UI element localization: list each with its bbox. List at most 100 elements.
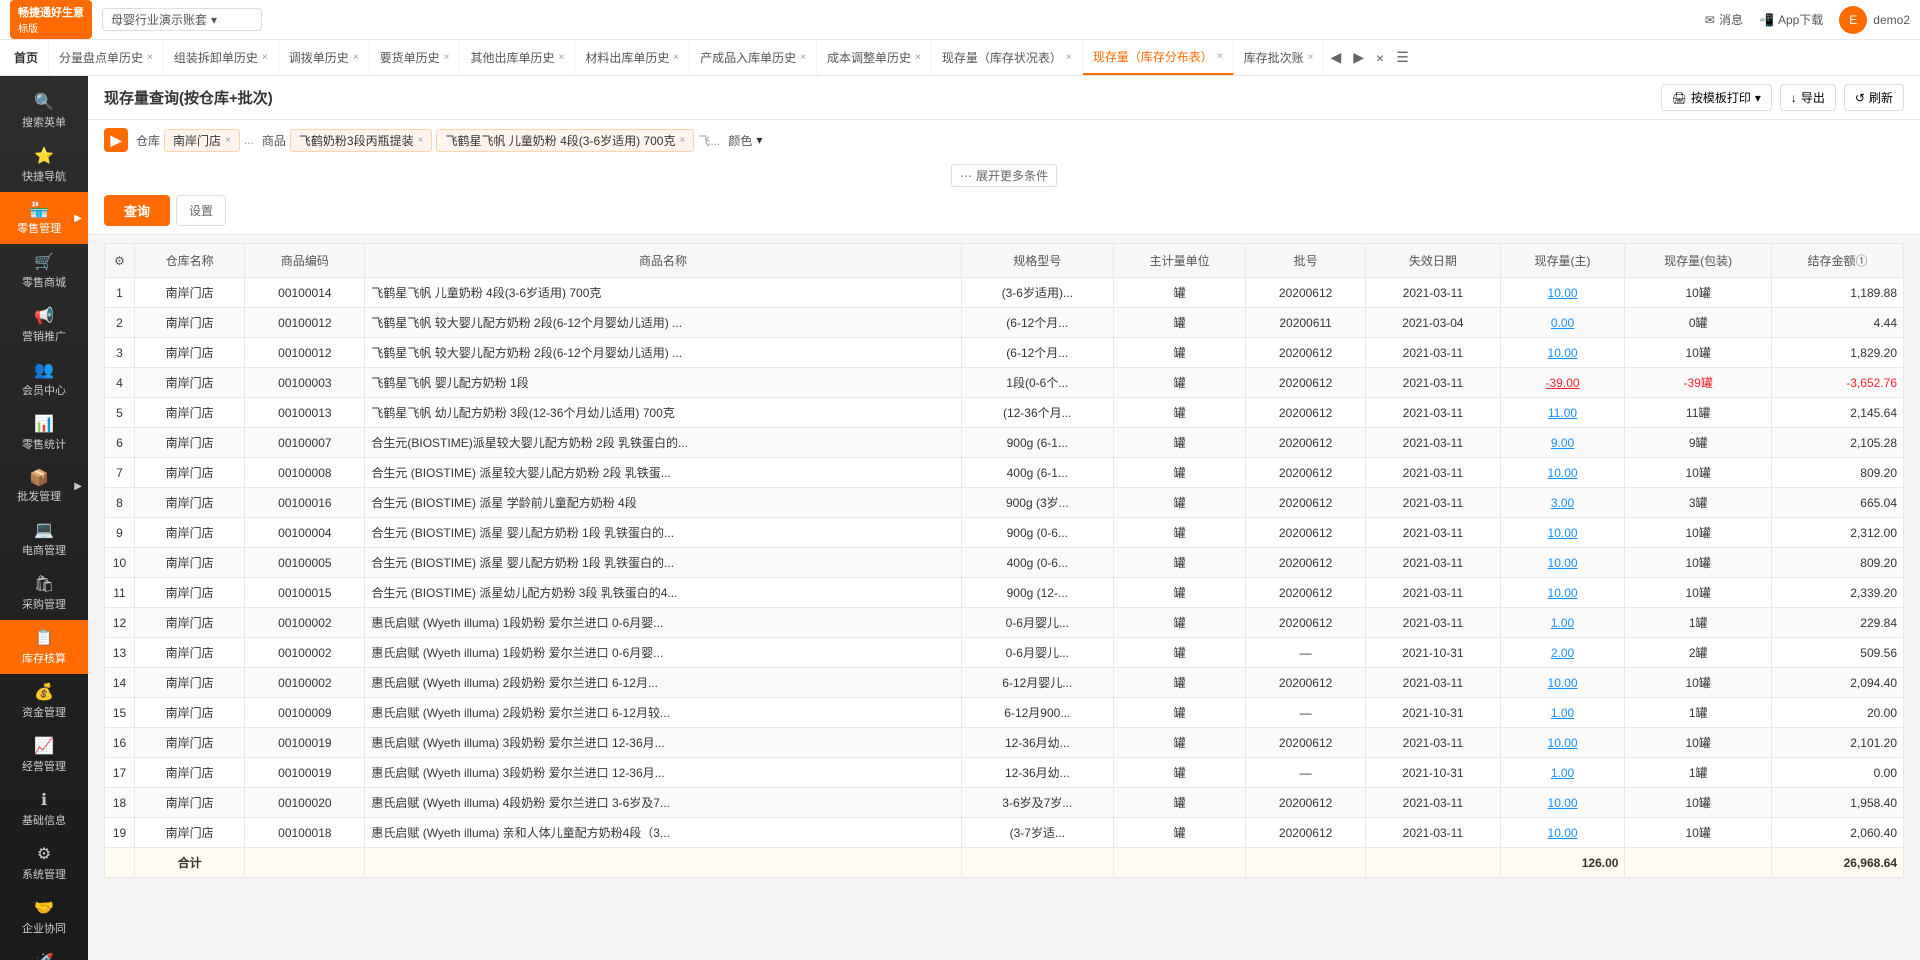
sidebar-item-retail-mgmt[interactable]: 🏪 零售管理 ▶ — [0, 192, 88, 244]
sidebar-item-purchase[interactable]: 🛍 采购管理 — [0, 566, 88, 620]
td-qty-main[interactable]: 10.00 — [1500, 278, 1625, 308]
td-spec: (3-7岁适... — [961, 818, 1114, 848]
td-qty-main[interactable]: 1.00 — [1500, 758, 1625, 788]
warehouse-more-btn[interactable]: ... — [244, 133, 254, 147]
warehouse-tag[interactable]: 南岸门店 × — [164, 129, 240, 152]
sidebar-item-retail-stats[interactable]: 📊 零售统计 — [0, 406, 88, 460]
sidebar-item-basic[interactable]: ℹ 基础信息 — [0, 782, 88, 836]
sidebar-item-retail-mall[interactable]: 🛒 零售商城 — [0, 244, 88, 298]
close-icon[interactable]: × — [353, 52, 359, 63]
settings-btn[interactable]: 设置 — [176, 195, 226, 226]
td-total-empty — [1246, 848, 1366, 878]
td-qty-main[interactable]: 1.00 — [1500, 698, 1625, 728]
td-qty-main[interactable]: 10.00 — [1500, 818, 1625, 848]
tab-cost-adjust[interactable]: 成本调整单历史 × — [817, 40, 932, 75]
td-qty-main[interactable]: 10.00 — [1500, 548, 1625, 578]
sidebar-item-member[interactable]: 👥 会员中心 — [0, 352, 88, 406]
tab-home[interactable]: 首页 — [4, 40, 49, 75]
tab-close-btn[interactable]: × — [1370, 50, 1390, 66]
table-container: ⚙ 仓库名称 商品编码 商品名称 规格型号 主计量单位 批号 失效日期 现存量(… — [88, 235, 1920, 960]
sidebar-item-marketing[interactable]: 📢 营销推广 — [0, 298, 88, 352]
print-icon: 🖨 — [1672, 91, 1687, 105]
close-icon[interactable]: × — [915, 52, 921, 63]
td-qty-main[interactable]: 10.00 — [1500, 458, 1625, 488]
close-icon[interactable]: × — [1066, 52, 1072, 63]
warehouse-tag-close[interactable]: × — [225, 135, 231, 146]
td-no: 3 — [105, 338, 135, 368]
tab-other-out[interactable]: 其他出库单历史 × — [460, 40, 575, 75]
td-qty-main[interactable]: 10.00 — [1500, 668, 1625, 698]
product-tag-2[interactable]: 飞鹤星飞帆 儿童奶粉 4段(3-6岁适用) 700克 × — [436, 129, 694, 152]
tab-menu-btn[interactable]: ☰ — [1390, 49, 1415, 66]
close-icon[interactable]: × — [800, 52, 806, 63]
td-expire: 2021-03-11 — [1366, 518, 1501, 548]
print-btn[interactable]: 🖨 按模板打印 ▾ — [1661, 84, 1772, 111]
color-dropdown-arrow[interactable]: ▾ — [756, 133, 762, 147]
product-tag-1[interactable]: 飞鹤奶粉3段丙瓶提装 × — [290, 129, 433, 152]
tab-disassemble[interactable]: 组装拆卸单历史 × — [164, 40, 279, 75]
app-download-btn[interactable]: 📲 App下载 — [1759, 11, 1823, 28]
td-total-empty — [365, 848, 961, 878]
table-row: 1南岸门店00100014飞鹤星飞帆 儿童奶粉 4段(3-6岁适用) 700克(… — [105, 278, 1904, 308]
tab-request[interactable]: 要货单历史 × — [370, 40, 461, 75]
td-amount: 1,189.88 — [1771, 278, 1903, 308]
td-expire: 2021-03-11 — [1366, 728, 1501, 758]
product-more-btn[interactable]: 飞... — [698, 132, 720, 149]
td-qty-main[interactable]: 10.00 — [1500, 788, 1625, 818]
td-qty-main[interactable]: 10.00 — [1500, 578, 1625, 608]
td-amount: 2,339.20 — [1771, 578, 1903, 608]
tab-batch-account[interactable]: 库存批次账 × — [1234, 40, 1325, 75]
sidebar-item-ops[interactable]: 📈 经营管理 — [0, 728, 88, 782]
expand-more-btn[interactable]: ⋯ 展开更多条件 — [951, 164, 1057, 187]
th-code: 商品编码 — [245, 244, 365, 278]
th-settings[interactable]: ⚙ — [105, 244, 135, 278]
close-icon[interactable]: × — [1308, 52, 1314, 63]
tab-mix-order[interactable]: 调拨单历史 × — [279, 40, 370, 75]
tab-prev-btn[interactable]: ◀ — [1324, 49, 1347, 66]
sidebar-item-system[interactable]: ⚙ 系统管理 — [0, 836, 88, 890]
close-icon[interactable]: × — [147, 52, 153, 63]
td-qty-main[interactable]: 11.00 — [1500, 398, 1625, 428]
tab-stock-status[interactable]: 现存量（库存状况表） × — [932, 40, 1083, 75]
sidebar-item-enterprise[interactable]: 🤝 企业协同 — [0, 890, 88, 944]
td-code: 00100003 — [245, 368, 365, 398]
tab-stock-distribution[interactable]: 现存量（库存分布表） × — [1083, 40, 1234, 75]
td-qty-main[interactable]: 3.00 — [1500, 488, 1625, 518]
tab-material-out[interactable]: 材料出库单历史 × — [575, 40, 690, 75]
td-qty-main[interactable]: 1.00 — [1500, 608, 1625, 638]
td-name: 惠氏启赋 (Wyeth illuma) 2段奶粉 爱尔兰进口 6-12月较... — [365, 698, 961, 728]
tab-next-btn[interactable]: ▶ — [1347, 49, 1370, 66]
close-icon[interactable]: × — [444, 52, 450, 63]
td-qty-main[interactable]: 10.00 — [1500, 518, 1625, 548]
product-tag-1-close[interactable]: × — [418, 135, 424, 146]
close-icon[interactable]: × — [673, 52, 679, 63]
sidebar-item-quick-nav[interactable]: ⭐ 快捷导航 — [0, 138, 88, 192]
close-icon[interactable]: × — [262, 52, 268, 63]
td-qty-main[interactable]: 9.00 — [1500, 428, 1625, 458]
td-qty-main[interactable]: 0.00 — [1500, 308, 1625, 338]
td-unit: 罐 — [1114, 638, 1246, 668]
query-btn[interactable]: 查询 — [104, 195, 170, 226]
td-qty-main[interactable]: 2.00 — [1500, 638, 1625, 668]
sidebar-item-finance[interactable]: 💰 资金管理 — [0, 674, 88, 728]
tab-product-in[interactable]: 产成品入库单历史 × — [690, 40, 817, 75]
close-icon[interactable]: × — [1217, 51, 1223, 62]
user-area[interactable]: E demo2 — [1839, 6, 1910, 34]
sidebar-item-guide[interactable]: 🚀 新手引导 — [0, 944, 88, 960]
sidebar-item-search[interactable]: 🔍 搜索英单 — [0, 84, 88, 138]
settings-icon[interactable]: ⚙ — [114, 254, 125, 268]
td-qty-main[interactable]: -39.00 — [1500, 368, 1625, 398]
filter-expand-btn[interactable]: ▶ — [104, 128, 128, 152]
product-tag-2-close[interactable]: × — [679, 135, 685, 146]
org-selector[interactable]: 母婴行业演示账套 ▾ — [102, 8, 262, 31]
sidebar-item-ecommerce[interactable]: 💻 电商管理 — [0, 512, 88, 566]
messages-btn[interactable]: ✉ 消息 — [1705, 11, 1743, 28]
sidebar-item-wholesale[interactable]: 📦 批发管理 ▶ — [0, 460, 88, 512]
refresh-btn[interactable]: ↺ 刷新 — [1844, 84, 1904, 111]
sidebar-item-inventory-check[interactable]: 📋 库存核算 — [0, 620, 88, 674]
td-qty-main[interactable]: 10.00 — [1500, 728, 1625, 758]
tab-split-inventory[interactable]: 分量盘点单历史 × — [49, 40, 164, 75]
export-btn[interactable]: ↓ 导出 — [1780, 84, 1836, 111]
td-qty-main[interactable]: 10.00 — [1500, 338, 1625, 368]
close-icon[interactable]: × — [558, 52, 564, 63]
